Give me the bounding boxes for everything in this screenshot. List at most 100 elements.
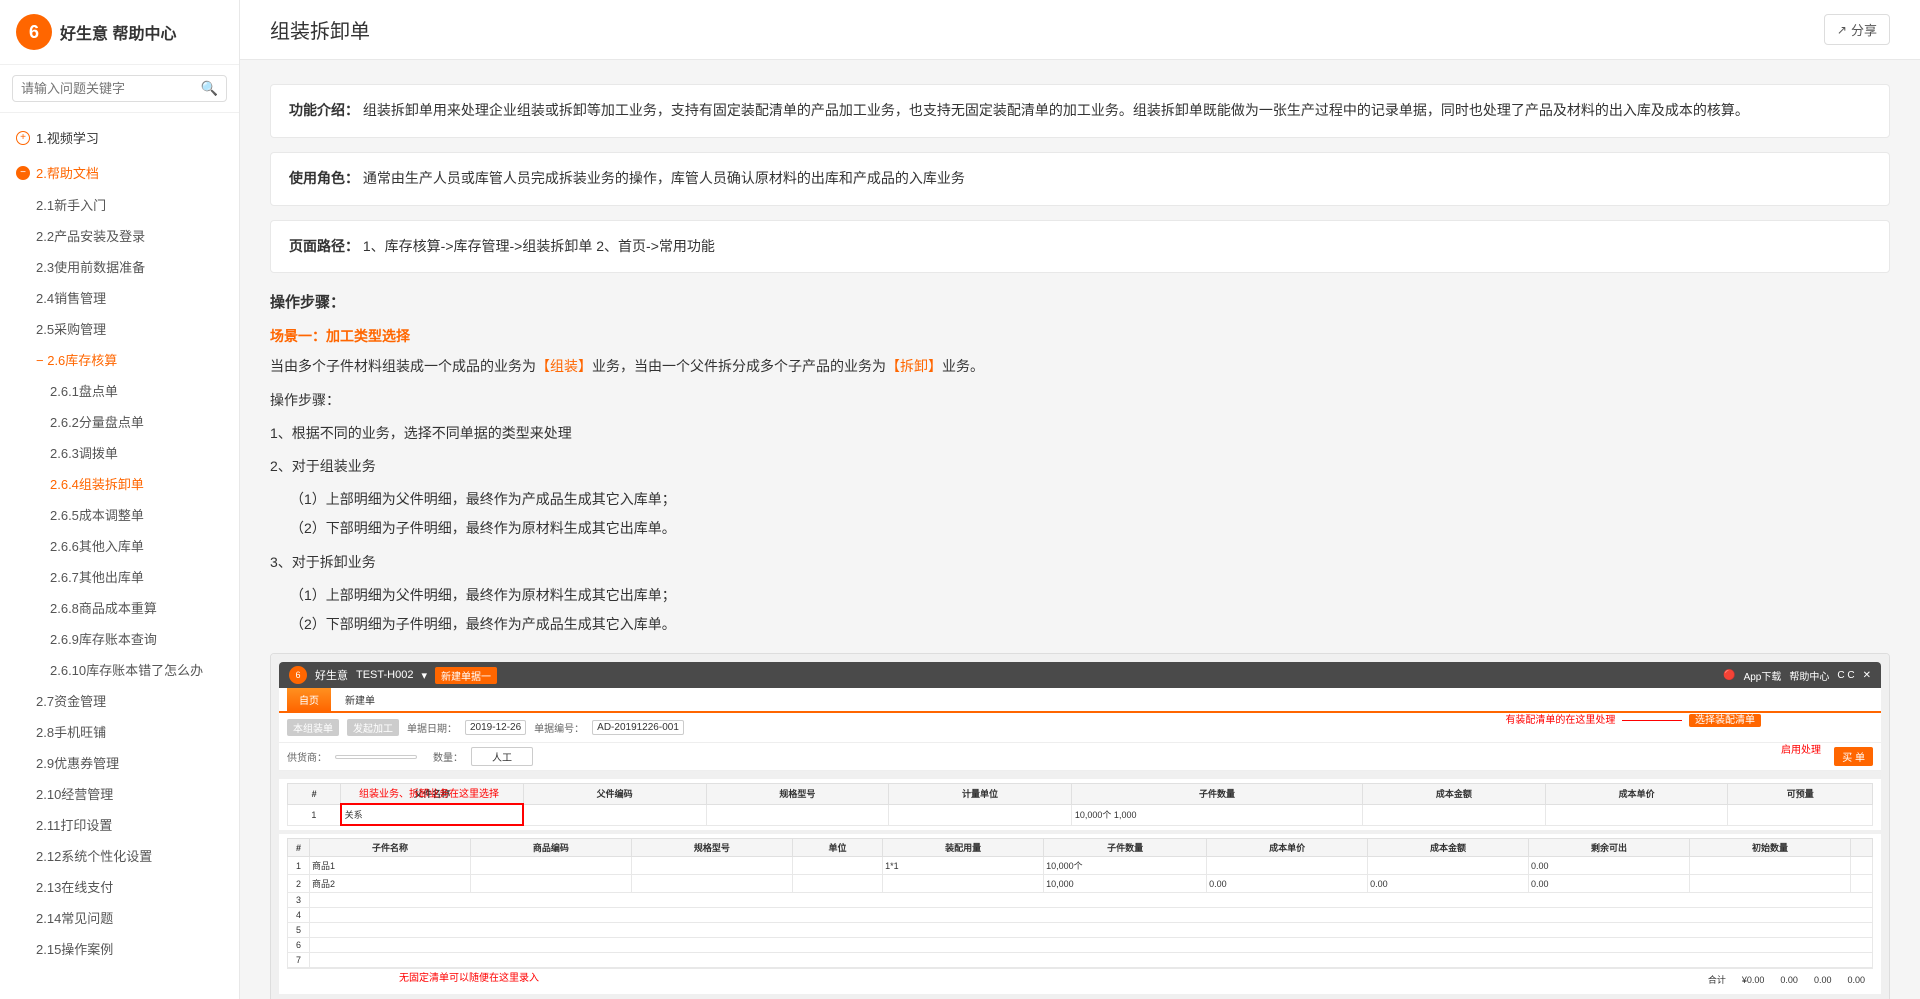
- highlight-disassembly: 【拆卸】: [886, 358, 942, 374]
- page-title: 组装拆卸单: [270, 15, 370, 44]
- search-icon[interactable]: 🔍: [201, 80, 218, 97]
- sidebar-item-inventory-267[interactable]: 2.6.7其他出库单: [0, 561, 239, 592]
- share-button[interactable]: ↗ 分享: [1824, 14, 1890, 45]
- lth-remain: 剩余可出: [1529, 839, 1690, 857]
- sidebar-item-faq[interactable]: 2.14常见问题: [0, 902, 239, 933]
- ltd-empty4: [310, 908, 1873, 923]
- ltd-empty7: [310, 953, 1873, 968]
- lth-init: 初始数量: [1689, 839, 1850, 857]
- th-avail: 可预量: [1728, 784, 1873, 805]
- footer-amt4: 0.00: [1847, 975, 1865, 985]
- sidebar-item-inventory-265[interactable]: 2.6.5成本调整单: [0, 499, 239, 530]
- content-area: 功能介绍： 组装拆卸单用来处理企业组装或拆卸等加工业务，支持有固定装配清单的产品…: [240, 60, 1920, 999]
- ltd-seq6: 6: [288, 938, 310, 953]
- func-intro-block: 功能介绍： 组装拆卸单用来处理企业组装或拆卸等加工业务，支持有固定装配清单的产品…: [270, 84, 1890, 138]
- ss-upper-table-header-row: # 父件名称 父件编码 规格型号 计量单位 子件数量 成本金额 成本单价 可预量: [288, 784, 1873, 805]
- ss-qty-input: 人工: [471, 747, 533, 766]
- plus-icon: +: [16, 131, 30, 145]
- ltd-unit: [792, 857, 882, 875]
- annotation2-text: 组装业务、拆卸业务在这里选择: [359, 789, 499, 800]
- table-row: 3: [288, 893, 1873, 908]
- sidebar-item-beginner[interactable]: 2.1新手入门: [0, 189, 239, 220]
- sidebar-item-system[interactable]: 2.12系统个性化设置: [0, 840, 239, 871]
- sidebar-item-operations[interactable]: 2.10经营管理: [0, 778, 239, 809]
- sidebar-item-inventory-266[interactable]: 2.6.6其他入库单: [0, 530, 239, 561]
- sidebar-item-help-docs[interactable]: − 2.帮助文档: [0, 156, 239, 189]
- sidebar-item-video-learning[interactable]: + 1.视频学习: [0, 121, 239, 154]
- ss-combo-label: 供货商：: [287, 749, 327, 764]
- ss-form-date-label: 单据日期：: [407, 720, 457, 735]
- ltd-seq4: 4: [288, 908, 310, 923]
- sidebar-item-data-prep[interactable]: 2.3使用前数据准备: [0, 251, 239, 282]
- ltd-name2: 商品2: [310, 875, 471, 893]
- step1-text: 1、根据不同的业务，选择不同单据的类型来处理: [270, 421, 1890, 446]
- sidebar-item-payment[interactable]: 2.13在线支付: [0, 871, 239, 902]
- ltd-seq2: 2: [288, 875, 310, 893]
- top-bar: 组装拆卸单 ↗ 分享: [240, 0, 1920, 60]
- lth-spec: 规格型号: [631, 839, 792, 857]
- ss-lower-table: # 子件名称 商品编码 规格型号 单位 装配用量 子件数量 成本单价 成本金额 …: [287, 838, 1873, 968]
- ss-app-name: 好生意: [315, 667, 348, 683]
- step3-2-text: （2）下部明细为子件明细，最终作为产成品生成其它入库单。: [270, 612, 1890, 637]
- main-area: 组装拆卸单 ↗ 分享 功能介绍： 组装拆卸单用来处理企业组装或拆卸等加工业务，支…: [240, 0, 1920, 999]
- sidebar-item-finance[interactable]: 2.7资金管理: [0, 685, 239, 716]
- th-cost-amt: 成本金额: [1363, 784, 1546, 805]
- annotation1-text: 有装配清单的在这里处理: [1505, 715, 1615, 726]
- table-row: 4: [288, 908, 1873, 923]
- ss-upper-table-head: # 父件名称 父件编码 规格型号 计量单位 子件数量 成本金额 成本单价 可预量: [288, 784, 1873, 805]
- ltd-seq3: 3: [288, 893, 310, 908]
- step2-2-text: （2）下部明细为子件明细，最终作为原材料生成其它出库单。: [270, 516, 1890, 541]
- td-spec: [706, 804, 889, 825]
- sidebar-item-sales[interactable]: 2.4销售管理: [0, 282, 239, 313]
- ss-new-btn: 新建单据一: [435, 667, 497, 684]
- th-unit: 计量单位: [889, 784, 1072, 805]
- lth-cost-amt: 成本金额: [1368, 839, 1529, 857]
- ops-label2: 操作步骤：: [270, 388, 1890, 413]
- ltd-unit2: [792, 875, 882, 893]
- logo-area: 6 好生意 帮助中心: [0, 0, 239, 65]
- sidebar-item-purchase[interactable]: 2.5采购管理: [0, 313, 239, 344]
- annotation4-text: 无固定清单可以随便在这里录入: [399, 969, 539, 984]
- ltd-cost-amt: [1368, 857, 1529, 875]
- sidebar-item-cases[interactable]: 2.15操作案例: [0, 933, 239, 964]
- ss-form-order-label: 单据编号：: [534, 720, 584, 735]
- annotation1-line: [1622, 720, 1682, 721]
- td-parent-name: 关系: [341, 804, 524, 825]
- func-intro-text: 组装拆卸单用来处理企业组装或拆卸等加工业务，支持有固定装配清单的产品加工业务，也…: [363, 102, 1749, 118]
- sidebar-item-print[interactable]: 2.11打印设置: [0, 809, 239, 840]
- ss-title-left: 6 好生意 TEST-H002 ▾ 新建单据一: [289, 666, 497, 684]
- table-row: 1 商品1 1*1 10,000个 0.00: [288, 857, 1873, 875]
- annotation3-area: 启用处理: [1781, 741, 1821, 756]
- ss-nav-tabs: 自页 新建单: [279, 688, 1881, 713]
- table-row: 5: [288, 923, 1873, 938]
- ss-lower-table-header-row: # 子件名称 商品编码 规格型号 单位 装配用量 子件数量 成本单价 成本金额 …: [288, 839, 1873, 857]
- ltd-cost-amt2: 0.00: [1368, 875, 1529, 893]
- nav-sub-sub-inventory: 2.6.1盘点单 2.6.2分量盘点单 2.6.3调拨单 2.6.4组装拆卸单 …: [0, 375, 239, 685]
- ltd-action: [1851, 857, 1873, 875]
- lth-unit: 单位: [792, 839, 882, 857]
- search-input[interactable]: [21, 81, 201, 96]
- sidebar-item-inventory[interactable]: − 2.6库存核算: [0, 344, 239, 375]
- sidebar-item-inventory-2610[interactable]: 2.6.10库存账本错了怎么办: [0, 654, 239, 685]
- ss-action-btns: 买 单: [1834, 747, 1873, 766]
- ops-steps-label: 操作步骤：: [270, 291, 1890, 312]
- sidebar-item-coupons[interactable]: 2.9优惠券管理: [0, 747, 239, 778]
- ss-logo: 6: [289, 666, 307, 684]
- sidebar-item-inventory-261[interactable]: 2.6.1盘点单: [0, 375, 239, 406]
- sidebar-item-inventory-262[interactable]: 2.6.2分量盘点单: [0, 406, 239, 437]
- sidebar-item-inventory-263[interactable]: 2.6.3调拨单: [0, 437, 239, 468]
- sidebar-item-inventory-264[interactable]: 2.6.4组装拆卸单: [0, 468, 239, 499]
- highlight-assembly: 【组装】: [536, 358, 592, 374]
- sidebar-item-install[interactable]: 2.2产品安装及登录: [0, 220, 239, 251]
- ltd-action2: [1851, 875, 1873, 893]
- scene1-desc: 当由多个子件材料组装成一个成品的业务为【组装】业务，当由一个父件拆分成多个子产品…: [270, 354, 1890, 379]
- ss-title-bar: 6 好生意 TEST-H002 ▾ 新建单据一 🔴 App下载 帮助中心 C C…: [279, 662, 1881, 688]
- footer-amt1: ¥0.00: [1742, 975, 1765, 985]
- screenshot-container: 6 好生意 TEST-H002 ▾ 新建单据一 🔴 App下载 帮助中心 C C…: [270, 653, 1890, 999]
- sidebar-item-mobile[interactable]: 2.8手机旺铺: [0, 716, 239, 747]
- ltd-assy-qty2: [883, 875, 1044, 893]
- sidebar-item-inventory-269[interactable]: 2.6.9库存账本查询: [0, 623, 239, 654]
- ss-btn-choose-list: 选择装配清单: [1689, 714, 1761, 727]
- sidebar-item-inventory-268[interactable]: 2.6.8商品成本重算: [0, 592, 239, 623]
- td-seq: 1: [288, 804, 341, 825]
